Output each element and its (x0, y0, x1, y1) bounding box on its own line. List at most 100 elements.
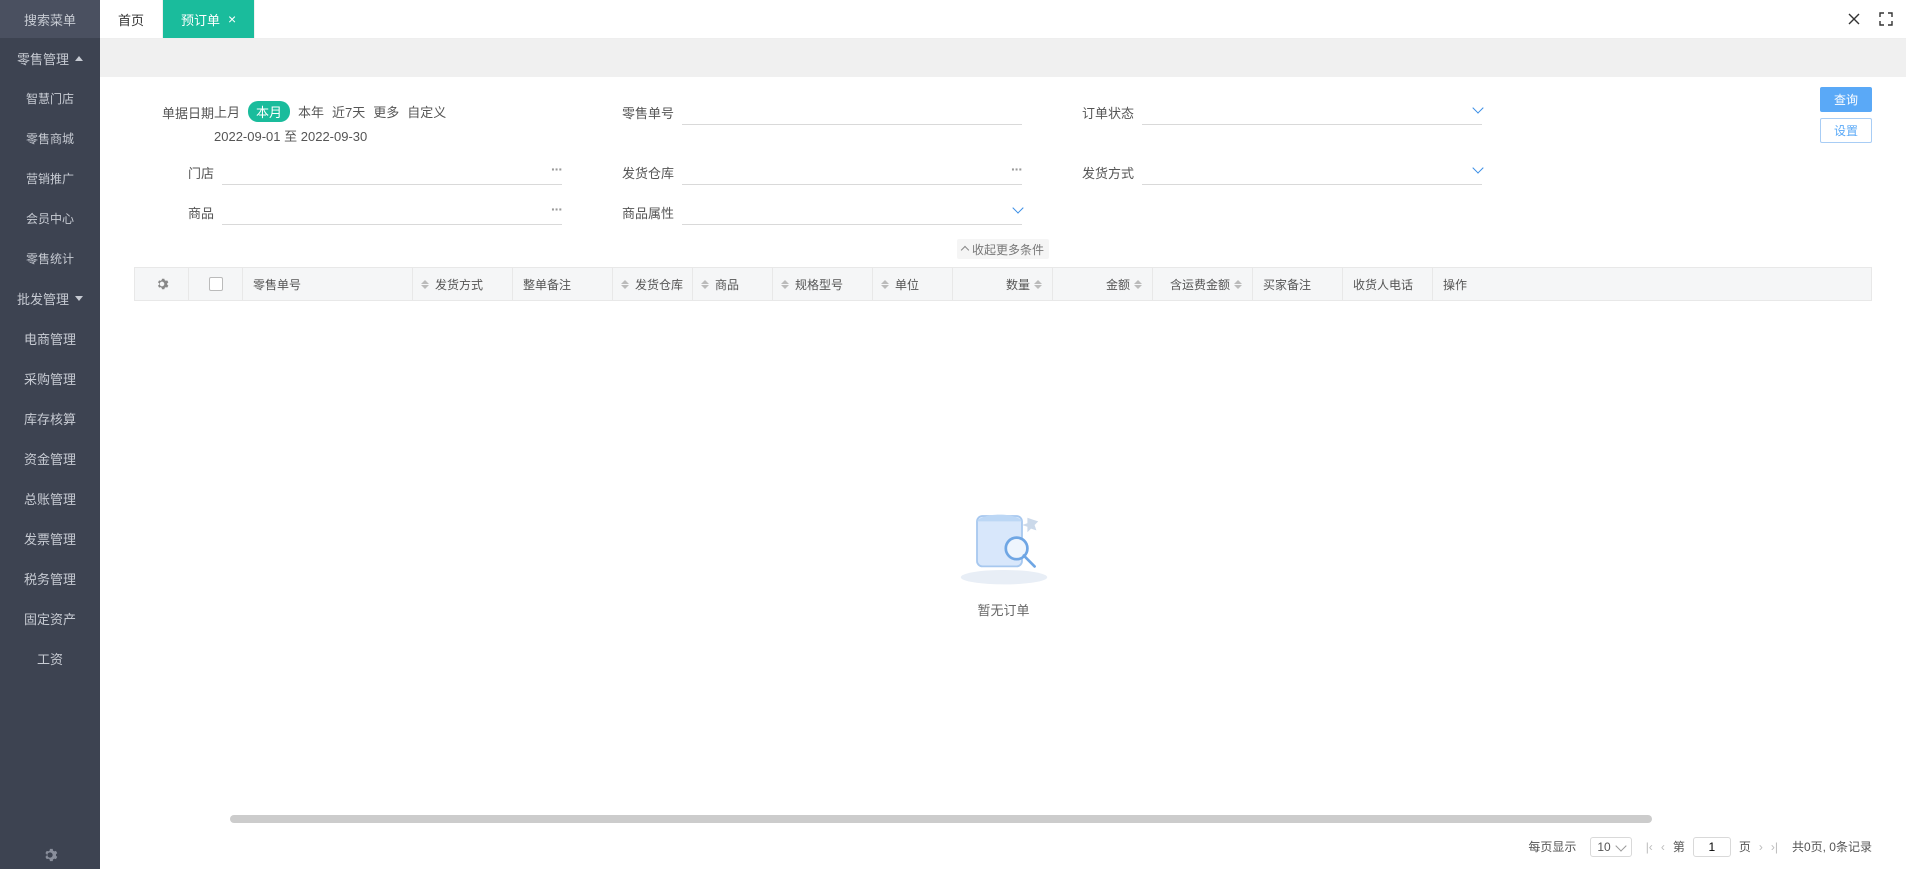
preset-more[interactable]: 更多 (373, 102, 399, 121)
button-label: 查询 (1834, 91, 1858, 108)
th-amount-incl-ship[interactable]: 含运费金额 (1153, 268, 1253, 300)
tab-preorder[interactable]: 预订单 × (163, 0, 255, 38)
sidebar-item-invoice[interactable]: 发票管理 (0, 518, 100, 558)
chevron-down-icon (1014, 201, 1022, 217)
sidebar-item-inventory[interactable]: 库存核算 (0, 398, 100, 438)
collapse-filters-button[interactable]: 收起更多条件 (957, 239, 1049, 259)
th-spec[interactable]: 规格型号 (773, 268, 873, 300)
preset-recent7[interactable]: 近7天 (332, 102, 365, 121)
empty-illustration-icon (949, 498, 1059, 588)
sidebar-item-funds[interactable]: 资金管理 (0, 438, 100, 478)
select-all-cell (189, 268, 243, 300)
sidebar-item-label: 固定资产 (24, 609, 76, 628)
tab-home[interactable]: 首页 (100, 0, 163, 38)
th-retail-no[interactable]: 零售单号 (243, 268, 413, 300)
sidebar-item-salary[interactable]: 工资 (0, 638, 100, 678)
first-page-button[interactable]: |‹ (1646, 840, 1653, 854)
th-label: 含运费金额 (1170, 276, 1230, 293)
sidebar-item-procurement[interactable]: 采购管理 (0, 358, 100, 398)
chevron-up-icon (961, 246, 969, 254)
th-phone[interactable]: 收货人电话 (1343, 268, 1433, 300)
th-buyer-note[interactable]: 买家备注 (1253, 268, 1343, 300)
gear-icon (42, 847, 58, 863)
sidebar-item-label: 零售管理 (17, 49, 69, 68)
ellipsis-icon[interactable]: ··· (1011, 161, 1022, 177)
preset-last-month[interactable]: 上月 (214, 102, 240, 121)
th-action[interactable]: 操作 (1433, 268, 1871, 300)
product-attr-select[interactable] (682, 199, 1022, 225)
th-ship-warehouse[interactable]: 发货仓库 (613, 268, 693, 300)
sidebar-sub-stats[interactable]: 零售统计 (0, 238, 100, 278)
th-label: 零售单号 (253, 276, 301, 293)
store-input[interactable] (222, 159, 562, 182)
fullscreen-icon (1879, 12, 1893, 26)
th-qty[interactable]: 数量 (953, 268, 1053, 300)
per-page-label: 每页显示 (1528, 838, 1576, 855)
store-picker[interactable]: ··· (222, 159, 562, 185)
ship-method-input[interactable] (1142, 159, 1482, 182)
ship-method-select[interactable] (1142, 159, 1482, 185)
sidebar-item-label: 智慧门店 (26, 90, 74, 107)
ship-warehouse-picker[interactable]: ··· (682, 159, 1022, 185)
last-page-button[interactable]: ›| (1771, 840, 1778, 854)
sidebar-search[interactable]: 搜索菜单 (0, 0, 100, 38)
sidebar-item-fixed-asset[interactable]: 固定资产 (0, 598, 100, 638)
sort-icon (881, 280, 889, 289)
order-status-input[interactable] (1142, 99, 1482, 122)
ellipsis-icon[interactable]: ··· (551, 161, 562, 177)
sidebar-sub-mall[interactable]: 零售商城 (0, 118, 100, 158)
sidebar-item-ecommerce[interactable]: 电商管理 (0, 318, 100, 358)
sidebar-item-retail[interactable]: 零售管理 (0, 38, 100, 78)
chevron-down-icon (1474, 101, 1482, 117)
sidebar-item-wholesale[interactable]: 批发管理 (0, 278, 100, 318)
sidebar-sub-members[interactable]: 会员中心 (0, 198, 100, 238)
sort-icon (1234, 280, 1242, 289)
product-picker[interactable]: ··· (222, 199, 562, 225)
order-status-select[interactable] (1142, 99, 1482, 125)
page-input[interactable] (1693, 837, 1731, 857)
ellipsis-icon[interactable]: ··· (551, 201, 562, 217)
sidebar-item-label: 采购管理 (24, 369, 76, 388)
sidebar-item-label: 零售统计 (26, 250, 74, 267)
preset-this-year[interactable]: 本年 (298, 102, 324, 121)
preset-custom[interactable]: 自定义 (407, 102, 446, 121)
settings-button[interactable]: 设置 (1820, 118, 1872, 143)
sort-icon (421, 280, 429, 289)
sidebar-item-label: 工资 (37, 649, 63, 668)
sidebar-settings[interactable] (0, 841, 100, 869)
prev-page-button[interactable]: ‹ (1661, 840, 1665, 854)
th-label: 数量 (1006, 276, 1030, 293)
sidebar-item-tax[interactable]: 税务管理 (0, 558, 100, 598)
ship-warehouse-label: 发货仓库 (594, 159, 674, 182)
sidebar-item-label: 营销推广 (26, 170, 74, 187)
sidebar-sub-marketing[interactable]: 营销推广 (0, 158, 100, 198)
close-all-button[interactable] (1840, 5, 1868, 33)
close-icon[interactable]: × (228, 12, 236, 26)
per-page-select[interactable]: 10 (1590, 837, 1631, 857)
sidebar-item-label: 发票管理 (24, 529, 76, 548)
empty-text: 暂无订单 (977, 600, 1029, 619)
horizontal-scrollbar[interactable] (134, 815, 1872, 823)
product-attr-input[interactable] (682, 199, 1022, 222)
sidebar-item-ledger[interactable]: 总账管理 (0, 478, 100, 518)
product-input[interactable] (222, 199, 562, 222)
th-unit[interactable]: 单位 (873, 268, 953, 300)
next-page-button[interactable]: › (1759, 840, 1763, 854)
retail-no-input[interactable] (682, 99, 1022, 122)
th-ship-method[interactable]: 发货方式 (413, 268, 513, 300)
preset-this-month[interactable]: 本月 (248, 101, 290, 122)
select-all-checkbox[interactable] (209, 277, 223, 291)
fullscreen-button[interactable] (1872, 5, 1900, 33)
column-config-button[interactable] (135, 268, 189, 300)
query-button[interactable]: 查询 (1820, 87, 1872, 112)
sidebar-sub-smart-store[interactable]: 智慧门店 (0, 78, 100, 118)
ship-warehouse-input[interactable] (682, 159, 1022, 182)
store-label: 门店 (134, 159, 214, 182)
gear-icon (155, 277, 169, 291)
th-product[interactable]: 商品 (693, 268, 773, 300)
button-label: 设置 (1834, 122, 1858, 139)
filter-panel: 查询 设置 单据日期 上月 本月 本年 近7天 更多 自定义 (100, 77, 1906, 267)
th-amount[interactable]: 金额 (1053, 268, 1153, 300)
th-note[interactable]: 整单备注 (513, 268, 613, 300)
pagination: 每页显示 10 |‹ ‹ 第 页 › ›| 共0页, 0条记录 (100, 823, 1906, 869)
